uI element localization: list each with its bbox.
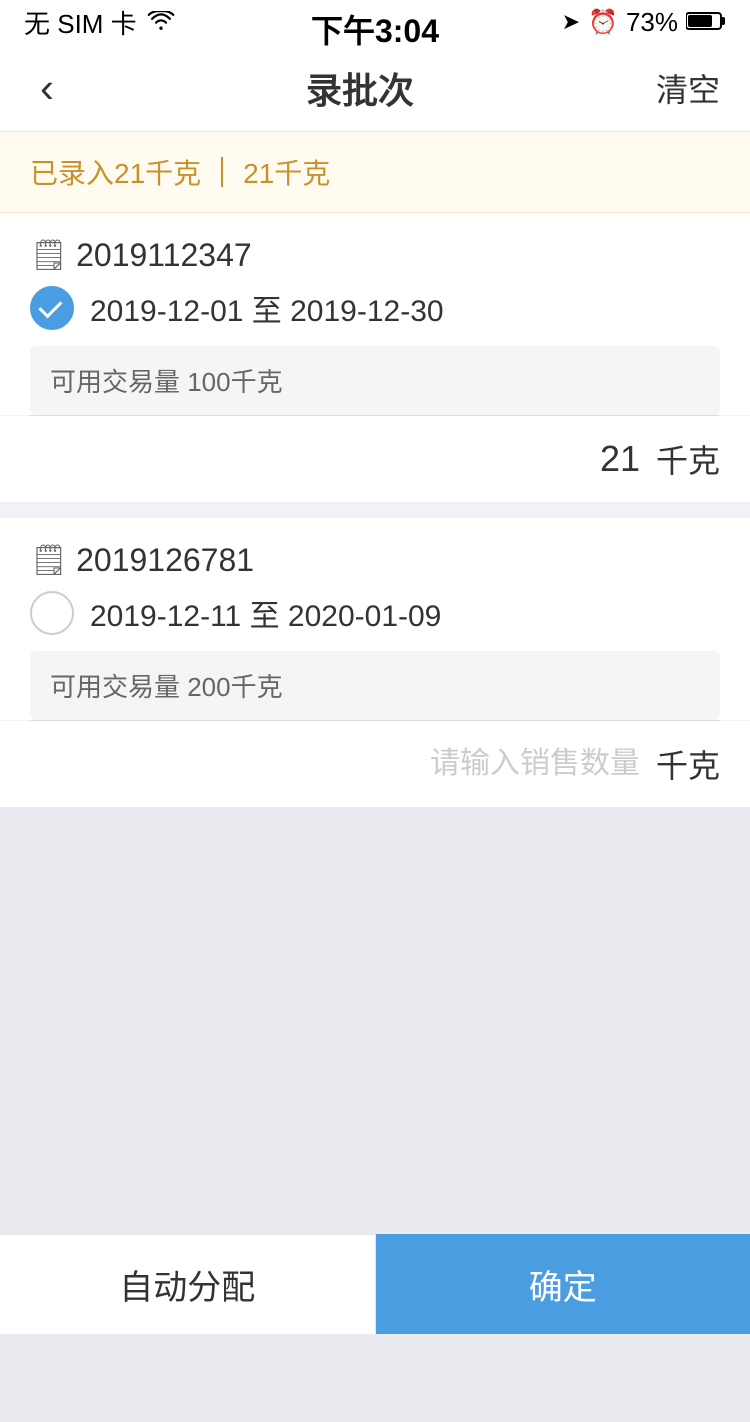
batch1-date-row[interactable]: 2019-12-01 至 2019-12-30 bbox=[30, 286, 720, 330]
section-divider bbox=[0, 502, 750, 518]
batch-item-2: 🗒 2019126781 2019-12-11 至 2020-01-09 可用交… bbox=[0, 518, 750, 720]
info-value: 21千克 bbox=[243, 152, 330, 192]
wifi-icon bbox=[147, 7, 175, 38]
clear-button[interactable]: 清空 bbox=[656, 65, 720, 111]
batch-item-1: 🗒 2019112347 2019-12-01 至 2019-12-30 可用交… bbox=[0, 213, 750, 415]
status-bar: 无 SIM 卡 下午3:04 ➤ ⏰ 73% bbox=[0, 0, 750, 44]
input-row-2: 千克 bbox=[0, 721, 750, 807]
battery-text: 73% bbox=[626, 7, 678, 38]
batch1-amount: 21 bbox=[600, 438, 640, 480]
page-content: 已录入21千克 21千克 🗒 2019112347 2019-12-01 至 2… bbox=[0, 132, 750, 1422]
auto-distribute-button[interactable]: 自动分配 bbox=[0, 1234, 376, 1334]
batch2-date: 2019-12-11 至 2020-01-09 bbox=[90, 591, 441, 635]
amount-row-1: 21 千克 bbox=[0, 416, 750, 502]
batch2-qty-text: 可用交易量 200千克 bbox=[50, 672, 283, 702]
batch1-id: 2019112347 bbox=[76, 237, 252, 274]
batch2-qty-bar: 可用交易量 200千克 bbox=[30, 651, 720, 720]
alarm-icon: ⏰ bbox=[588, 8, 618, 37]
batch2-unit: 千克 bbox=[656, 741, 720, 787]
confirm-button[interactable]: 确定 bbox=[376, 1234, 750, 1334]
batch1-date: 2019-12-01 至 2019-12-30 bbox=[90, 286, 444, 330]
status-time: 下午3:04 bbox=[311, 6, 439, 52]
batch2-date-row[interactable]: 2019-12-11 至 2020-01-09 bbox=[30, 591, 720, 635]
info-bar: 已录入21千克 21千克 bbox=[0, 132, 750, 213]
batch1-id-row: 🗒 2019112347 bbox=[30, 237, 720, 274]
status-right: ➤ ⏰ 73% bbox=[562, 7, 726, 38]
info-recorded: 已录入21千克 bbox=[30, 152, 201, 192]
back-button[interactable]: ‹ bbox=[30, 54, 64, 122]
batch2-radio[interactable] bbox=[30, 591, 74, 635]
nav-bar: ‹ 录批次 清空 bbox=[0, 44, 750, 132]
batch1-qty-bar: 可用交易量 100千克 bbox=[30, 346, 720, 415]
info-divider bbox=[221, 157, 223, 187]
batch2-doc-icon: 🗒 bbox=[30, 543, 68, 578]
batch1-doc-icon: 🗒 bbox=[30, 238, 68, 273]
batch1-qty-text: 可用交易量 100千克 bbox=[50, 367, 283, 397]
battery-icon bbox=[686, 7, 726, 38]
location-icon: ➤ bbox=[562, 9, 580, 35]
batch1-unit: 千克 bbox=[656, 436, 720, 482]
batch2-id-row: 🗒 2019126781 bbox=[30, 542, 720, 579]
bottom-bar: 自动分配 确定 bbox=[0, 1234, 750, 1334]
carrier-text: 无 SIM 卡 bbox=[24, 4, 137, 41]
batch2-qty-input[interactable] bbox=[254, 747, 640, 781]
batch1-radio[interactable] bbox=[30, 286, 74, 330]
nav-title: 录批次 bbox=[306, 62, 414, 114]
status-left: 无 SIM 卡 bbox=[24, 4, 175, 41]
batch2-id: 2019126781 bbox=[76, 542, 254, 579]
